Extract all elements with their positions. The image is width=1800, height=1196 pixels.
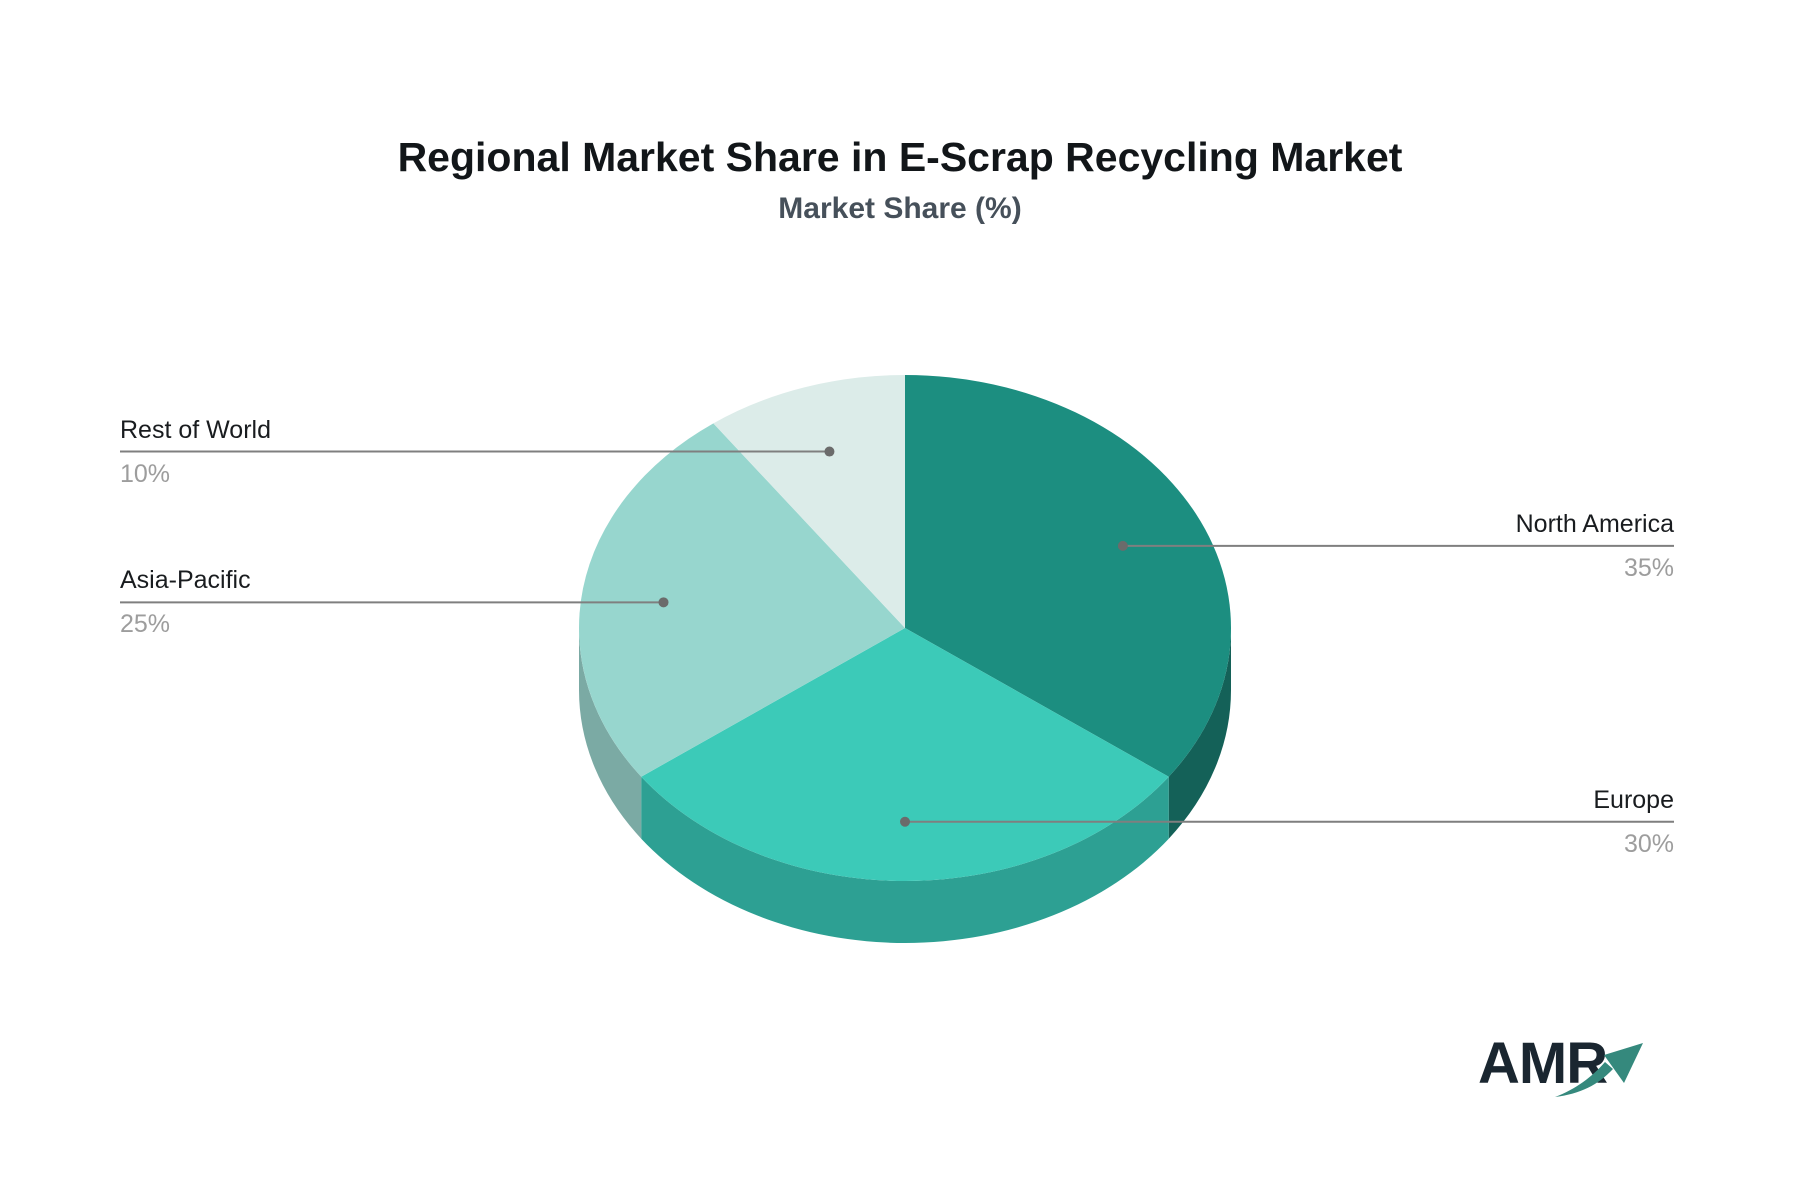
connector-dot-north-america xyxy=(1117,540,1128,551)
connector-dot-europe xyxy=(900,816,910,827)
slice-label-rest-of-world: Rest of World xyxy=(120,415,271,444)
slice-value-asia-pacific: 25% xyxy=(120,610,171,639)
connector-dot-asia-pacific xyxy=(658,597,669,608)
slice-value-north-america: 35% xyxy=(1623,553,1674,582)
amr-logo: AMR xyxy=(1478,1030,1708,1110)
slice-value-rest-of-world: 10% xyxy=(120,459,171,488)
growth-arrow-icon xyxy=(1555,1043,1643,1097)
slice-label-asia-pacific: Asia-Pacific xyxy=(120,566,251,595)
connector-dot-rest-of-world xyxy=(824,446,835,457)
slice-label-europe: Europe xyxy=(1593,785,1674,814)
slice-value-europe: 30% xyxy=(1623,829,1674,858)
chart-canvas: { "title": "Regional Market Share in E-S… xyxy=(0,0,1800,1196)
pie-chart xyxy=(120,375,1674,944)
slice-label-north-america: North America xyxy=(1515,509,1674,538)
